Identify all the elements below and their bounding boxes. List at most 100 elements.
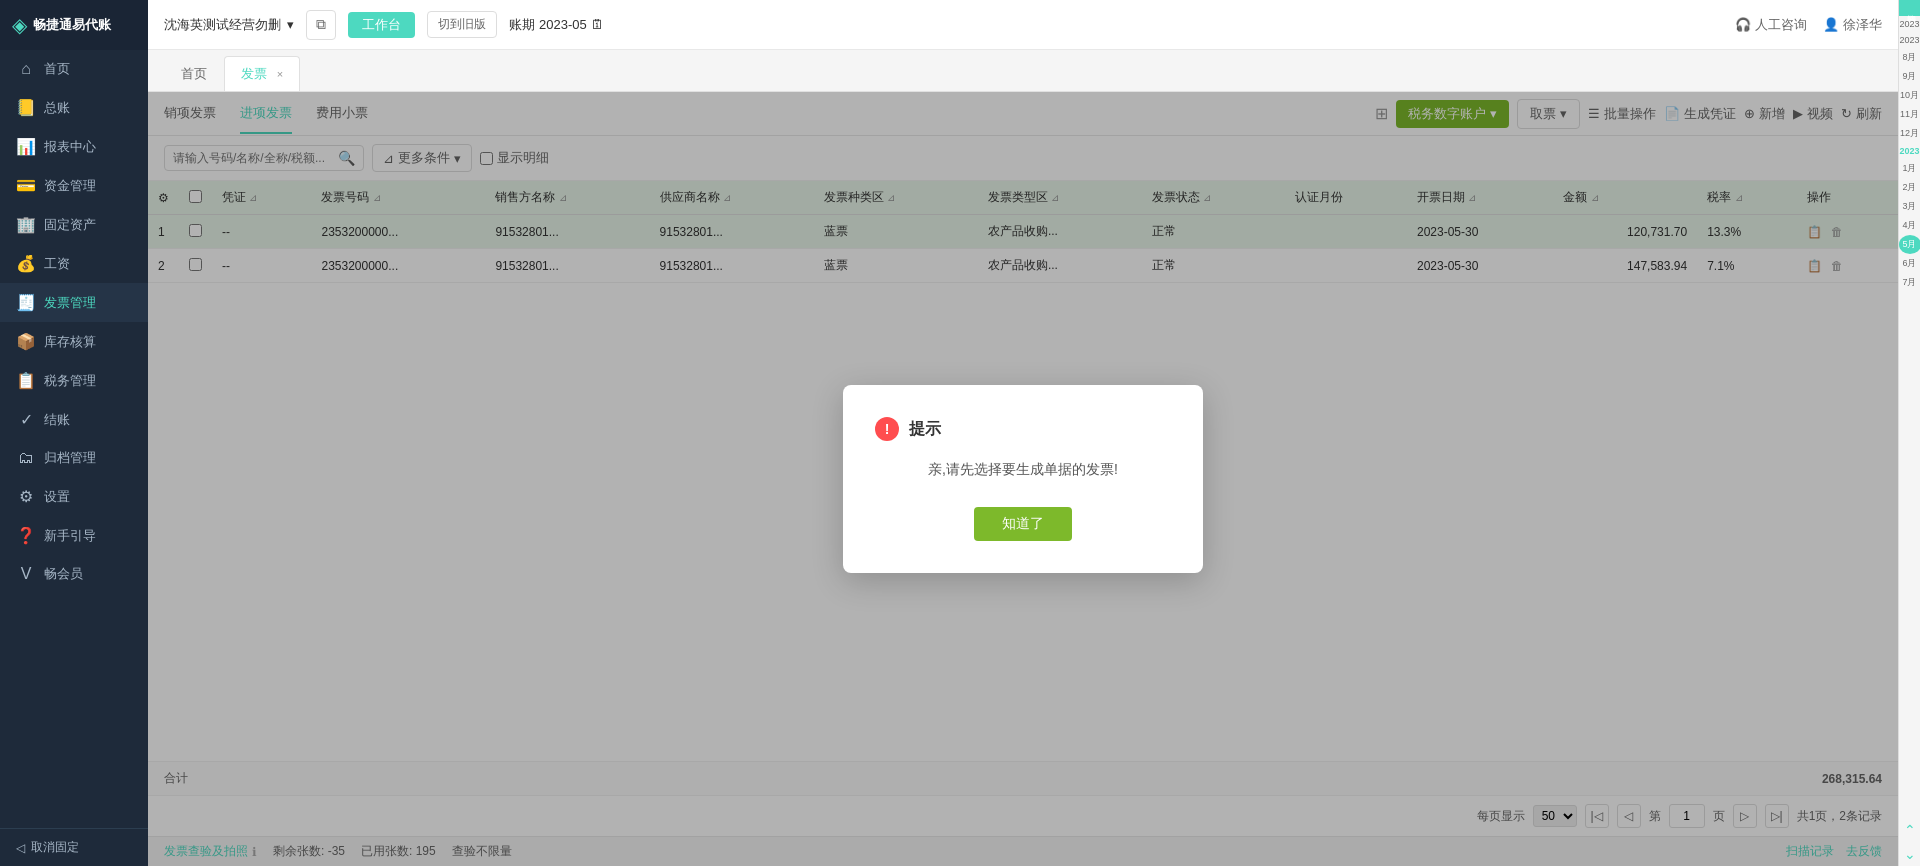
- sidebar-label-reports: 报表中心: [44, 138, 96, 156]
- sidebar-label-invoice: 发票管理: [44, 294, 96, 312]
- period-label: 账期: [509, 16, 535, 34]
- sidebar-item-guide[interactable]: ❓ 新手引导: [0, 516, 148, 555]
- month-item[interactable]: 5月: [1899, 235, 1921, 254]
- chevron-down-icon[interactable]: ⌄: [1900, 842, 1920, 866]
- sidebar-item-funds[interactable]: 💳 资金管理: [0, 166, 148, 205]
- month-item[interactable]: 1月: [1899, 159, 1921, 178]
- cancel-fixed-button[interactable]: ◁ 取消固定: [0, 828, 148, 866]
- calendar-icon[interactable]: 🗓: [591, 17, 604, 32]
- sidebar-icon-settlement: ✓: [16, 410, 36, 429]
- sidebar-icon-guide: ❓: [16, 526, 36, 545]
- sidebar-icon-home: ⌂: [16, 60, 36, 78]
- right-period-panel: 期间选择 2023.052023.058月9月10月11月12月20231月2月…: [1898, 0, 1920, 866]
- sidebar-item-home[interactable]: ⌂ 首页: [0, 50, 148, 88]
- app-logo: ◈ 畅捷通易代账: [0, 0, 148, 50]
- sidebar-icon-inventory: 📦: [16, 332, 36, 351]
- sidebar-icon-settings: ⚙: [16, 487, 36, 506]
- modal-title-row: ! 提示: [875, 417, 1171, 441]
- sidebar-nav: ⌂ 首页 📒 总账 📊 报表中心 💳 资金管理 🏢 固定资产 💰 工资 🧾 发票管理 📦 库存核算 📋 税务管理 ✓…: [0, 50, 148, 593]
- workspace-button[interactable]: 工作台: [348, 12, 415, 38]
- tab-home-label: 首页: [181, 66, 207, 81]
- modal-dialog: ! 提示 亲,请先选择要生成单据的发票! 知道了: [843, 385, 1203, 573]
- sidebar-icon-invoice: 🧾: [16, 293, 36, 312]
- sidebar-item-invoice[interactable]: 🧾 发票管理: [0, 283, 148, 322]
- sidebar-label-salary: 工资: [44, 255, 70, 273]
- sidebar-icon-ledger: 📒: [16, 98, 36, 117]
- sidebar-label-funds: 资金管理: [44, 177, 96, 195]
- month-item[interactable]: 2023: [1899, 143, 1921, 159]
- logo-icon: ◈: [12, 13, 27, 37]
- sidebar-item-reports[interactable]: 📊 报表中心: [0, 127, 148, 166]
- tab-invoice-label: 发票: [241, 66, 267, 81]
- month-item[interactable]: 9月: [1899, 67, 1921, 86]
- modal-title: 提示: [909, 419, 941, 440]
- month-item[interactable]: 8月: [1899, 48, 1921, 67]
- sidebar-label-assets: 固定资产: [44, 216, 96, 234]
- sidebar-label-ledger: 总账: [44, 99, 70, 117]
- cancel-fixed-label: 取消固定: [31, 839, 79, 856]
- support-label: 人工咨询: [1755, 16, 1807, 34]
- user-profile[interactable]: 👤 徐泽华: [1823, 16, 1882, 34]
- sidebar-item-assets[interactable]: 🏢 固定资产: [0, 205, 148, 244]
- sidebar-item-member[interactable]: V 畅会员: [0, 555, 148, 593]
- sidebar-item-ledger[interactable]: 📒 总账: [0, 88, 148, 127]
- copy-icon[interactable]: ⧉: [306, 10, 336, 40]
- sidebar-label-archive: 归档管理: [44, 449, 96, 467]
- sidebar-label-inventory: 库存核算: [44, 333, 96, 351]
- sidebar-item-settings[interactable]: ⚙设置: [0, 477, 148, 516]
- sidebar-icon-funds: 💳: [16, 176, 36, 195]
- tab-home[interactable]: 首页: [164, 56, 224, 91]
- period-value: 2023-05: [539, 17, 587, 32]
- month-item[interactable]: 2月: [1899, 178, 1921, 197]
- company-chevron-icon: ▾: [287, 17, 294, 32]
- sidebar-icon-tax: 📋: [16, 371, 36, 390]
- sidebar: ◈ 畅捷通易代账 ⌂ 首页 📒 总账 📊 报表中心 💳 资金管理 🏢 固定资产 💰 工资 🧾 发票管理 📦 库…: [0, 0, 148, 866]
- sidebar-label-settlement: 结账: [44, 411, 70, 429]
- sidebar-icon-assets: 🏢: [16, 215, 36, 234]
- sidebar-item-archive[interactable]: 🗂 归档管理: [0, 439, 148, 477]
- company-selector[interactable]: 沈海英测试经营勿删 ▾: [164, 16, 294, 34]
- sidebar-label-home: 首页: [44, 60, 70, 78]
- page-content: 销项发票 进项发票 费用小票 ⊞ 税务数字账户 ▾ 取票 ▾ ☰: [148, 92, 1898, 866]
- sidebar-icon-member: V: [16, 565, 36, 583]
- support-button[interactable]: 🎧 人工咨询: [1735, 16, 1807, 34]
- user-label: 徐泽华: [1843, 16, 1882, 34]
- user-icon: 👤: [1823, 17, 1839, 32]
- modal-footer: 知道了: [875, 507, 1171, 541]
- app-name: 畅捷通易代账: [33, 16, 111, 34]
- old-version-button[interactable]: 切到旧版: [427, 11, 497, 38]
- month-item[interactable]: 11月: [1899, 105, 1921, 124]
- sidebar-icon-archive: 🗂: [16, 449, 36, 467]
- modal-confirm-button[interactable]: 知道了: [974, 507, 1072, 541]
- month-item[interactable]: 6月: [1899, 254, 1921, 273]
- sidebar-item-inventory[interactable]: 📦 库存核算: [0, 322, 148, 361]
- sidebar-label-guide: 新手引导: [44, 527, 96, 545]
- tab-invoice-close-icon[interactable]: ×: [277, 68, 283, 80]
- headphone-icon: 🎧: [1735, 17, 1751, 32]
- tab-bar: 首页 发票 ×: [148, 50, 1898, 92]
- cancel-fixed-icon: ◁: [16, 841, 25, 855]
- month-item[interactable]: 7月: [1899, 273, 1921, 292]
- sidebar-icon-salary: 💰: [16, 254, 36, 273]
- sidebar-item-salary[interactable]: 💰 工资: [0, 244, 148, 283]
- month-item[interactable]: 2023.05: [1899, 16, 1921, 32]
- period-selector-label[interactable]: 期间选择: [1899, 0, 1921, 16]
- sidebar-item-tax[interactable]: 📋 税务管理: [0, 361, 148, 400]
- modal-overlay: ! 提示 亲,请先选择要生成单据的发票! 知道了: [148, 92, 1898, 866]
- main-area: 沈海英测试经营勿删 ▾ ⧉ 工作台 切到旧版 账期 2023-05 🗓 🎧 人工…: [148, 0, 1898, 866]
- month-item[interactable]: 3月: [1899, 197, 1921, 216]
- sidebar-icon-reports: 📊: [16, 137, 36, 156]
- month-item[interactable]: 4月: [1899, 216, 1921, 235]
- topbar-right: 🎧 人工咨询 👤 徐泽华: [1735, 16, 1882, 34]
- tab-invoice[interactable]: 发票 ×: [224, 56, 300, 91]
- modal-warning-icon: !: [875, 417, 899, 441]
- month-item[interactable]: 12月: [1899, 124, 1921, 143]
- month-item[interactable]: 10月: [1899, 86, 1921, 105]
- sidebar-item-settlement[interactable]: ✓ 结账: [0, 400, 148, 439]
- sidebar-label-tax: 税务管理: [44, 372, 96, 390]
- topbar: 沈海英测试经营勿删 ▾ ⧉ 工作台 切到旧版 账期 2023-05 🗓 🎧 人工…: [148, 0, 1898, 50]
- month-item[interactable]: 2023.05: [1899, 32, 1921, 48]
- sidebar-label-member: 畅会员: [44, 565, 83, 583]
- company-name: 沈海英测试经营勿删: [164, 16, 281, 34]
- chevron-up-icon[interactable]: ⌃: [1900, 818, 1920, 842]
